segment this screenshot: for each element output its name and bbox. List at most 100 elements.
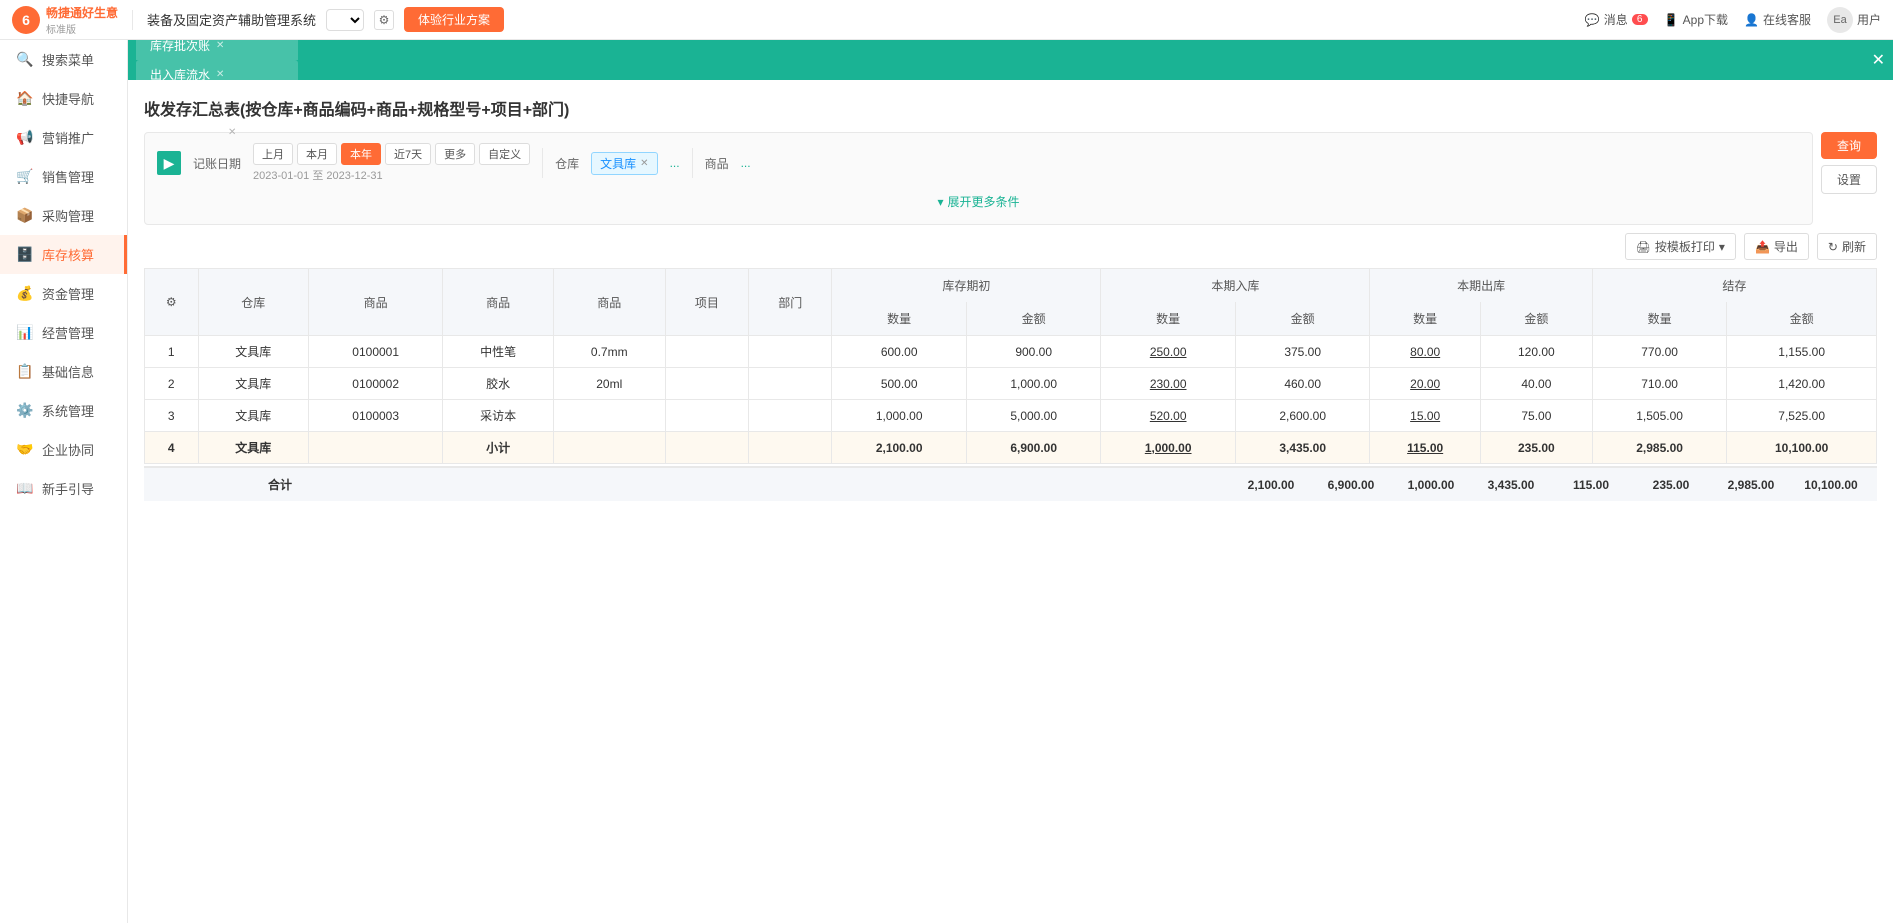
user-area[interactable]: Ea 用户 (1827, 7, 1881, 33)
th-in-qty: 数量 (1101, 302, 1236, 336)
table-cell[interactable]: 250.00 (1101, 336, 1236, 368)
sidebar-item-search[interactable]: 🔍搜索菜单 (0, 40, 127, 79)
table-cell: 770.00 (1592, 336, 1727, 368)
sidebar-label-enterprise: 企业协同 (42, 440, 94, 459)
system-select[interactable] (326, 9, 364, 31)
tab-close-5[interactable]: ✕ (228, 127, 236, 138)
table-cell: 1,155.00 (1727, 336, 1877, 368)
sidebar-label-guide: 新手引导 (42, 479, 94, 498)
export-button[interactable]: 📤 导出 (1744, 233, 1809, 260)
tab-close-4[interactable]: ✕ (216, 98, 224, 109)
tab-close-2[interactable]: ✕ (216, 40, 224, 51)
content-area: 首页现存量（库存分布表）✕库存批次账✕出入库流水✕出入库汇总✕收发存汇总表✕ ✕… (128, 40, 1893, 923)
sidebar-label-inventory: 库存核算 (42, 245, 94, 264)
th-settings: ⚙ (145, 269, 199, 336)
table-cell: 0100001 (308, 336, 443, 368)
date-btn-7days[interactable]: 近7天 (385, 143, 431, 165)
top-right-area: 💬 消息 6 📱 App下载 👤 在线客服 Ea 用户 (1585, 7, 1881, 33)
sidebar-item-inventory[interactable]: 🗄️库存核算 (0, 235, 127, 274)
tab-2[interactable]: 库存批次账✕ (136, 40, 298, 60)
operations-icon: 📊 (16, 324, 34, 342)
table-cell: 1,000.00 (966, 368, 1101, 400)
page-title: 收发存汇总表(按仓库+商品编码+商品+规格型号+项目+部门) (144, 96, 1877, 120)
message-label: 消息 (1604, 11, 1628, 28)
footer-out-qty: 115.00 (1551, 478, 1631, 492)
app-download-label: App下载 (1683, 11, 1728, 28)
footer-out-amt: 235.00 (1631, 478, 1711, 492)
refresh-button[interactable]: ↻ 刷新 (1817, 233, 1877, 260)
table-cell: 460.00 (1235, 368, 1370, 400)
table-cell[interactable]: 15.00 (1370, 400, 1480, 432)
sidebar-item-guide[interactable]: 📖新手引导 (0, 469, 127, 508)
th-warehouse: 仓库 (198, 269, 308, 336)
footer-bal-qty: 2,985.00 (1711, 478, 1791, 492)
table-cell[interactable]: 115.00 (1370, 432, 1480, 464)
table-cell[interactable]: 520.00 (1101, 400, 1236, 432)
settings-button[interactable]: 设置 (1821, 165, 1877, 194)
filter-and-actions: ▶ 记账日期 上月 本月 本年 近7天 更多 自定义 (144, 132, 1877, 225)
tab-close-3[interactable]: ✕ (216, 69, 224, 80)
table-cell (553, 400, 665, 432)
settings-icon[interactable]: ⚙ (374, 10, 394, 30)
sidebar-item-enterprise[interactable]: 🤝企业协同 (0, 430, 127, 469)
close-all-tabs[interactable]: ✕ (1872, 50, 1885, 70)
system-name: 装备及固定资产辅助管理系统 (147, 10, 316, 29)
experience-button[interactable]: 体验行业方案 (404, 7, 504, 32)
date-btn-this-month[interactable]: 本月 (297, 143, 337, 165)
sidebar-item-system[interactable]: ⚙️系统管理 (0, 391, 127, 430)
online-service-area[interactable]: 👤 在线客服 (1744, 11, 1811, 28)
date-btn-more[interactable]: 更多 (435, 143, 475, 165)
table-cell: 75.00 (1480, 400, 1592, 432)
table-cell: 文具库 (198, 432, 308, 464)
dots1[interactable]: ... (670, 156, 680, 170)
sidebar-item-finance[interactable]: 💰资金管理 (0, 274, 127, 313)
table-cell[interactable]: 230.00 (1101, 368, 1236, 400)
table-cell[interactable]: 80.00 (1370, 336, 1480, 368)
table-cell[interactable]: 20.00 (1370, 368, 1480, 400)
table-cell (665, 368, 748, 400)
sidebar-item-purchase[interactable]: 📦采购管理 (0, 196, 127, 235)
sidebar-item-basic-info[interactable]: 📋基础信息 (0, 352, 127, 391)
sidebar-label-finance: 资金管理 (42, 284, 94, 303)
table-cell (553, 432, 665, 464)
sidebar-item-operations[interactable]: 📊经营管理 (0, 313, 127, 352)
dots2[interactable]: ... (741, 156, 751, 170)
main-table: ⚙ 仓库 商品 商品 商品 项目 部门 库存期初 本期入库 本期出库 结存 (144, 268, 1877, 464)
filter-expand-button[interactable]: ▶ (157, 151, 181, 175)
table-cell (665, 432, 748, 464)
date-btn-prev-month[interactable]: 上月 (253, 143, 293, 165)
table-cell: 20ml (553, 368, 665, 400)
th-opening-group: 库存期初 (832, 269, 1101, 303)
export-label: 导出 (1774, 238, 1798, 255)
basic-info-icon: 📋 (16, 363, 34, 381)
date-btn-custom[interactable]: 自定义 (479, 143, 530, 165)
sidebar-item-quick-nav[interactable]: 🏠快捷导航 (0, 79, 127, 118)
print-chevron-icon: ▾ (1719, 240, 1725, 254)
logo-icon: 6 (12, 6, 40, 34)
date-btn-this-year[interactable]: 本年 (341, 143, 381, 165)
footer-label: 合计 (180, 476, 380, 493)
table-cell: 10,100.00 (1727, 432, 1877, 464)
app-download-area[interactable]: 📱 App下载 (1664, 11, 1728, 28)
table-cell: 500.00 (832, 368, 967, 400)
sidebar-item-sales[interactable]: 🛒销售管理 (0, 157, 127, 196)
sidebar-item-marketing[interactable]: 📢营销推广 (0, 118, 127, 157)
expand-more-btn[interactable]: ▾ 展开更多条件 (157, 189, 1800, 214)
th-goods-spec: 商品 (553, 269, 665, 336)
table-cell: 3,435.00 (1235, 432, 1370, 464)
online-service-label: 在线客服 (1763, 11, 1811, 28)
print-button[interactable]: 🖨 按模板打印 ▾ (1625, 233, 1736, 260)
table-cell (665, 400, 748, 432)
sidebar-label-sales: 销售管理 (42, 167, 94, 186)
phone-icon: 📱 (1664, 13, 1679, 27)
warehouse-tag[interactable]: 文具库 ✕ (591, 152, 657, 175)
table-cell (665, 336, 748, 368)
table-cell[interactable]: 1,000.00 (1101, 432, 1236, 464)
footer-in-qty: 1,000.00 (1391, 478, 1471, 492)
message-icon-area[interactable]: 💬 消息 6 (1585, 11, 1648, 28)
remove-warehouse-icon[interactable]: ✕ (640, 158, 648, 169)
main-content: 收发存汇总表(按仓库+商品编码+商品+规格型号+项目+部门) ▶ 记账日期 上月… (128, 80, 1893, 923)
th-bal-amt: 金额 (1727, 302, 1877, 336)
th-out-amt: 金额 (1480, 302, 1592, 336)
query-button[interactable]: 查询 (1821, 132, 1877, 159)
